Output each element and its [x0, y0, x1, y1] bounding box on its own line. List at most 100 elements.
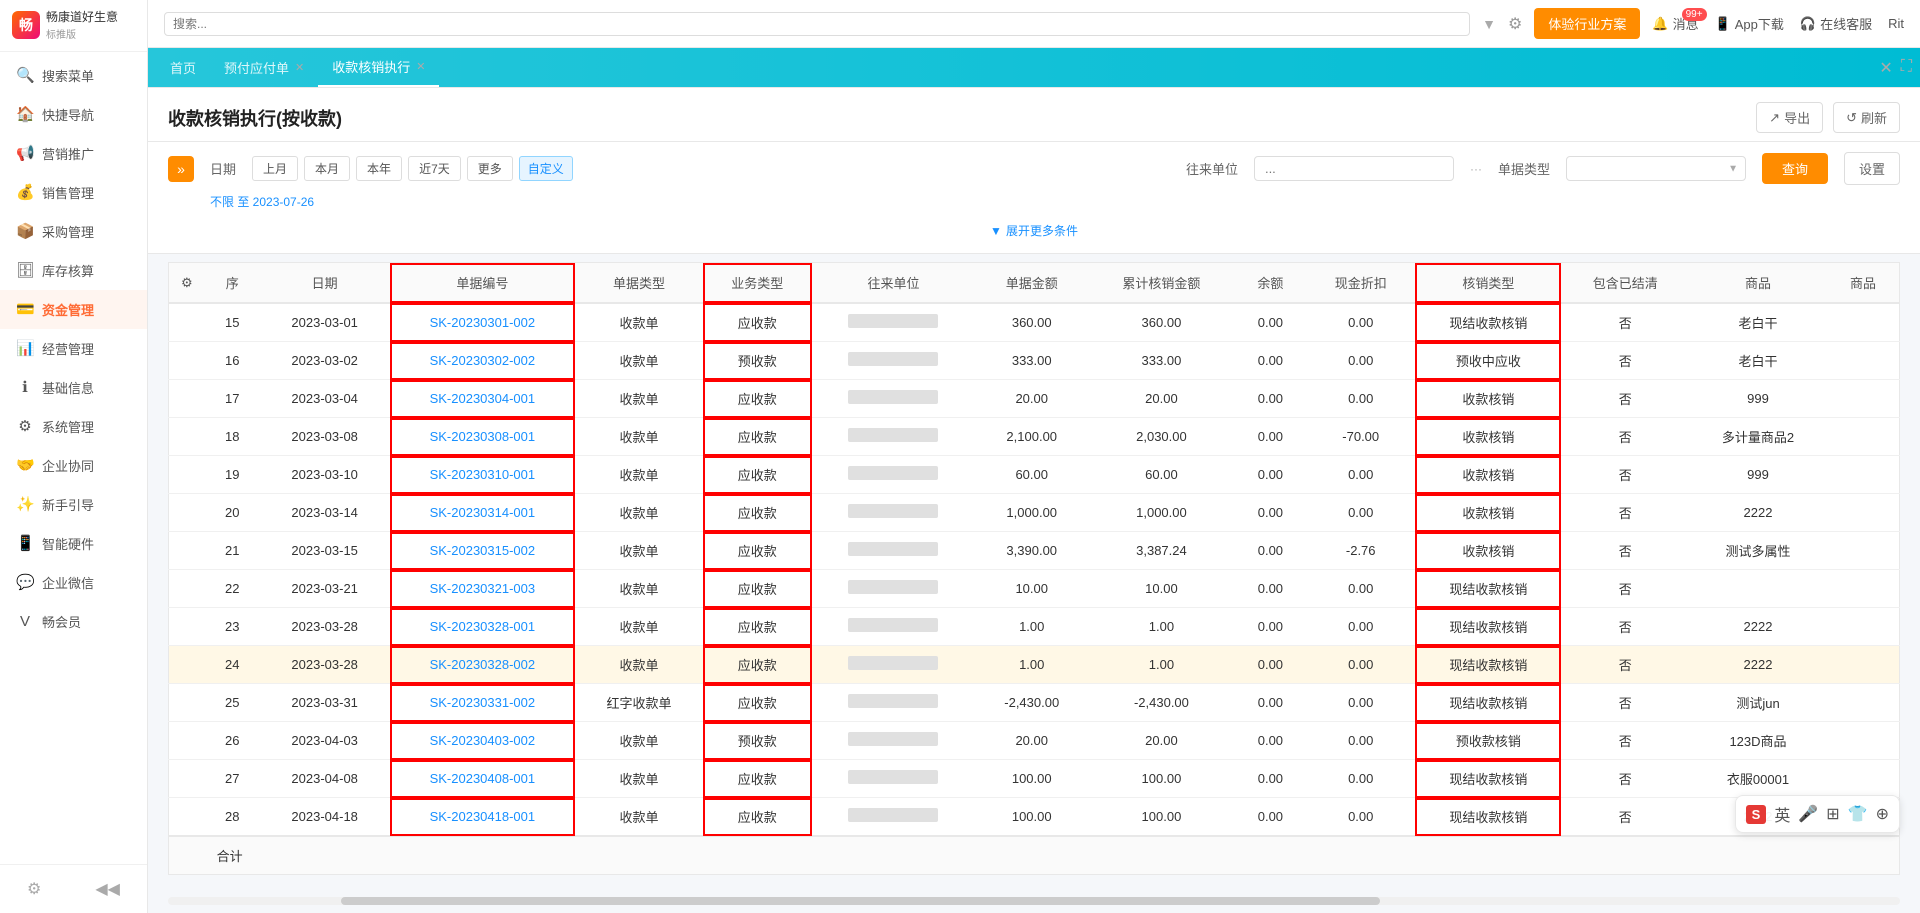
settings-icon[interactable]: ⚙	[21, 873, 47, 905]
cell-date-2: 2023-03-04	[260, 380, 390, 418]
sidebar-item-marketing[interactable]: 📢 营销推广	[0, 134, 147, 173]
bill-type-filter-label: 单据类型	[1498, 159, 1550, 178]
sidebar-item-purchase[interactable]: 📦采购管理	[0, 212, 147, 251]
bill-no-link-12[interactable]: SK-20230408-001	[430, 771, 536, 786]
sidebar-item-member[interactable]: V畅会员	[0, 602, 147, 641]
cell-amount-7: 10.00	[975, 570, 1088, 608]
scrollbar-thumb[interactable]	[341, 897, 1380, 905]
sidebar-item-inventory[interactable]: 🗄库存核算	[0, 251, 147, 290]
tab-home[interactable]: 首页	[156, 48, 210, 87]
sidebar-item-sales[interactable]: 💰销售管理	[0, 173, 147, 212]
sidebar-icon-search: 🔍	[16, 66, 34, 84]
topbar-gear-icon[interactable]: ⚙	[1508, 14, 1522, 34]
sidebar-label-shortcut: 快捷导航	[42, 105, 94, 124]
bill-no-link-3[interactable]: SK-20230308-001	[430, 429, 536, 444]
cell-amount-8: 1.00	[975, 608, 1088, 646]
sidebar-item-guide[interactable]: ✨新手引导	[0, 485, 147, 524]
floating-mic-icon[interactable]: 🎤	[1798, 804, 1818, 824]
tab-receipt[interactable]: 收款核销执行 ✕	[318, 48, 439, 87]
more-date-button[interactable]: 更多	[467, 156, 513, 181]
bill-no-link-6[interactable]: SK-20230315-002	[430, 543, 536, 558]
bill-no-link-9[interactable]: SK-20230328-002	[430, 657, 536, 672]
sidebar-item-enterprise[interactable]: 🤝企业协同	[0, 446, 147, 485]
bill-no-link-1[interactable]: SK-20230302-002	[430, 353, 536, 368]
sidebar-item-hardware[interactable]: 📱智能硬件	[0, 524, 147, 563]
cell-partner-9	[812, 646, 975, 684]
setting-button[interactable]: 设置	[1844, 152, 1900, 185]
bill-no-link-7[interactable]: SK-20230321-003	[430, 581, 536, 596]
cell-include-cleared-12: 否	[1561, 760, 1689, 798]
7days-button[interactable]: 近7天	[408, 156, 461, 181]
bill-no-link-0[interactable]: SK-20230301-002	[430, 315, 536, 330]
partner-input[interactable]	[1254, 156, 1454, 181]
filter-collapse-button[interactable]: »	[168, 156, 194, 182]
cell-amount-6: 3,390.00	[975, 532, 1088, 570]
tab-bar: 首页 预付应付单 ✕ 收款核销执行 ✕ ✕ ⛶	[148, 48, 1920, 88]
query-button[interactable]: 查询	[1762, 153, 1828, 184]
cell-gear-6	[169, 532, 205, 570]
global-search-input[interactable]	[164, 12, 1470, 36]
refresh-button[interactable]: ↺ 刷新	[1833, 102, 1900, 133]
cell-seq-6: 21	[205, 532, 260, 570]
last-month-button[interactable]: 上月	[252, 156, 298, 181]
horizontal-scrollbar[interactable]	[168, 897, 1900, 905]
floating-grid-icon[interactable]: ⊞	[1826, 804, 1839, 824]
online-service-button[interactable]: 🎧 在线客服	[1800, 14, 1872, 33]
table-row: 24 2023-03-28 SK-20230328-002 收款单 应收款 1.…	[169, 646, 1900, 684]
sidebar-item-finance[interactable]: 💳资金管理	[0, 290, 147, 329]
cell-biz-type-2: 应收款	[703, 380, 812, 418]
app-download-button[interactable]: 📱 App下载	[1715, 14, 1784, 33]
cell-amount-2: 20.00	[975, 380, 1088, 418]
sidebar-item-system[interactable]: ⚙系统管理	[0, 407, 147, 446]
sidebar-item-wechat[interactable]: 💬企业微信	[0, 563, 147, 602]
sidebar-icon-marketing: 📢	[16, 144, 34, 162]
this-month-button[interactable]: 本月	[304, 156, 350, 181]
bill-no-link-5[interactable]: SK-20230314-001	[430, 505, 536, 520]
bill-no-link-11[interactable]: SK-20230403-002	[430, 733, 536, 748]
tab-maximize-icon[interactable]: ⛶	[1901, 58, 1912, 78]
message-button[interactable]: 🔔 消息 99+	[1652, 14, 1698, 33]
collapse-icon[interactable]: ◀◀	[89, 873, 126, 905]
cell-partner-2	[812, 380, 975, 418]
export-button[interactable]: ↗ 导出	[1756, 102, 1823, 133]
cell-gear-2	[169, 380, 205, 418]
th-gear[interactable]: ⚙	[169, 263, 205, 304]
bill-no-link-10[interactable]: SK-20230331-002	[430, 695, 536, 710]
bill-no-link-8[interactable]: SK-20230328-001	[430, 619, 536, 634]
tab-prepay-close[interactable]: ✕	[295, 61, 304, 74]
cell-goods-1: 老白干	[1689, 342, 1827, 380]
sidebar-item-shortcut[interactable]: 🏠快捷导航	[0, 95, 147, 134]
this-year-button[interactable]: 本年	[356, 156, 402, 181]
breadcrumb-dropdown[interactable]: ▼	[1482, 16, 1496, 32]
bill-no-link-4[interactable]: SK-20230310-001	[430, 467, 536, 482]
industry-solution-button[interactable]: 体验行业方案	[1534, 8, 1640, 39]
sidebar-item-basic[interactable]: ℹ基础信息	[0, 368, 147, 407]
cell-partner-0	[812, 303, 975, 342]
bill-type-select[interactable]	[1566, 156, 1746, 181]
sidebar-icon-enterprise: 🤝	[16, 456, 34, 474]
cell-date-6: 2023-03-15	[260, 532, 390, 570]
bill-no-link-2[interactable]: SK-20230304-001	[430, 391, 536, 406]
tab-close-all-icon[interactable]: ✕	[1879, 58, 1892, 78]
expand-more-button[interactable]: ▼ 展开更多条件	[168, 218, 1900, 243]
sidebar-label-marketing: 营销推广	[42, 144, 94, 163]
floating-text-icon[interactable]: 英	[1774, 802, 1790, 826]
tab-prepay[interactable]: 预付应付单 ✕	[210, 48, 318, 87]
floating-plus-icon[interactable]: ⊕	[1876, 804, 1889, 824]
cell-goods2-10	[1827, 684, 1900, 722]
topbar-right: 🔔 消息 99+ 📱 App下载 🎧 在线客服 Rit	[1652, 14, 1904, 33]
tab-receipt-close[interactable]: ✕	[416, 60, 425, 73]
bill-no-link-13[interactable]: SK-20230418-001	[430, 809, 536, 824]
table-row: 27 2023-04-08 SK-20230408-001 收款单 应收款 10…	[169, 760, 1900, 798]
cell-goods-2: 999	[1689, 380, 1827, 418]
cell-verify-type-8: 现结收款核销	[1415, 608, 1561, 646]
floating-shirt-icon[interactable]: 👕	[1848, 804, 1868, 824]
th-bill-no: 单据编号	[390, 263, 576, 304]
sidebar-item-search[interactable]: 🔍搜索菜单	[0, 56, 147, 95]
cell-bill-type-2: 收款单	[575, 380, 703, 418]
cell-goods2-4	[1827, 456, 1900, 494]
sidebar-item-operation[interactable]: 📊经营管理	[0, 329, 147, 368]
th-bill-type: 单据类型	[575, 263, 703, 304]
cell-discount-13: 0.00	[1306, 798, 1415, 837]
cell-verified-1: 333.00	[1088, 342, 1234, 380]
